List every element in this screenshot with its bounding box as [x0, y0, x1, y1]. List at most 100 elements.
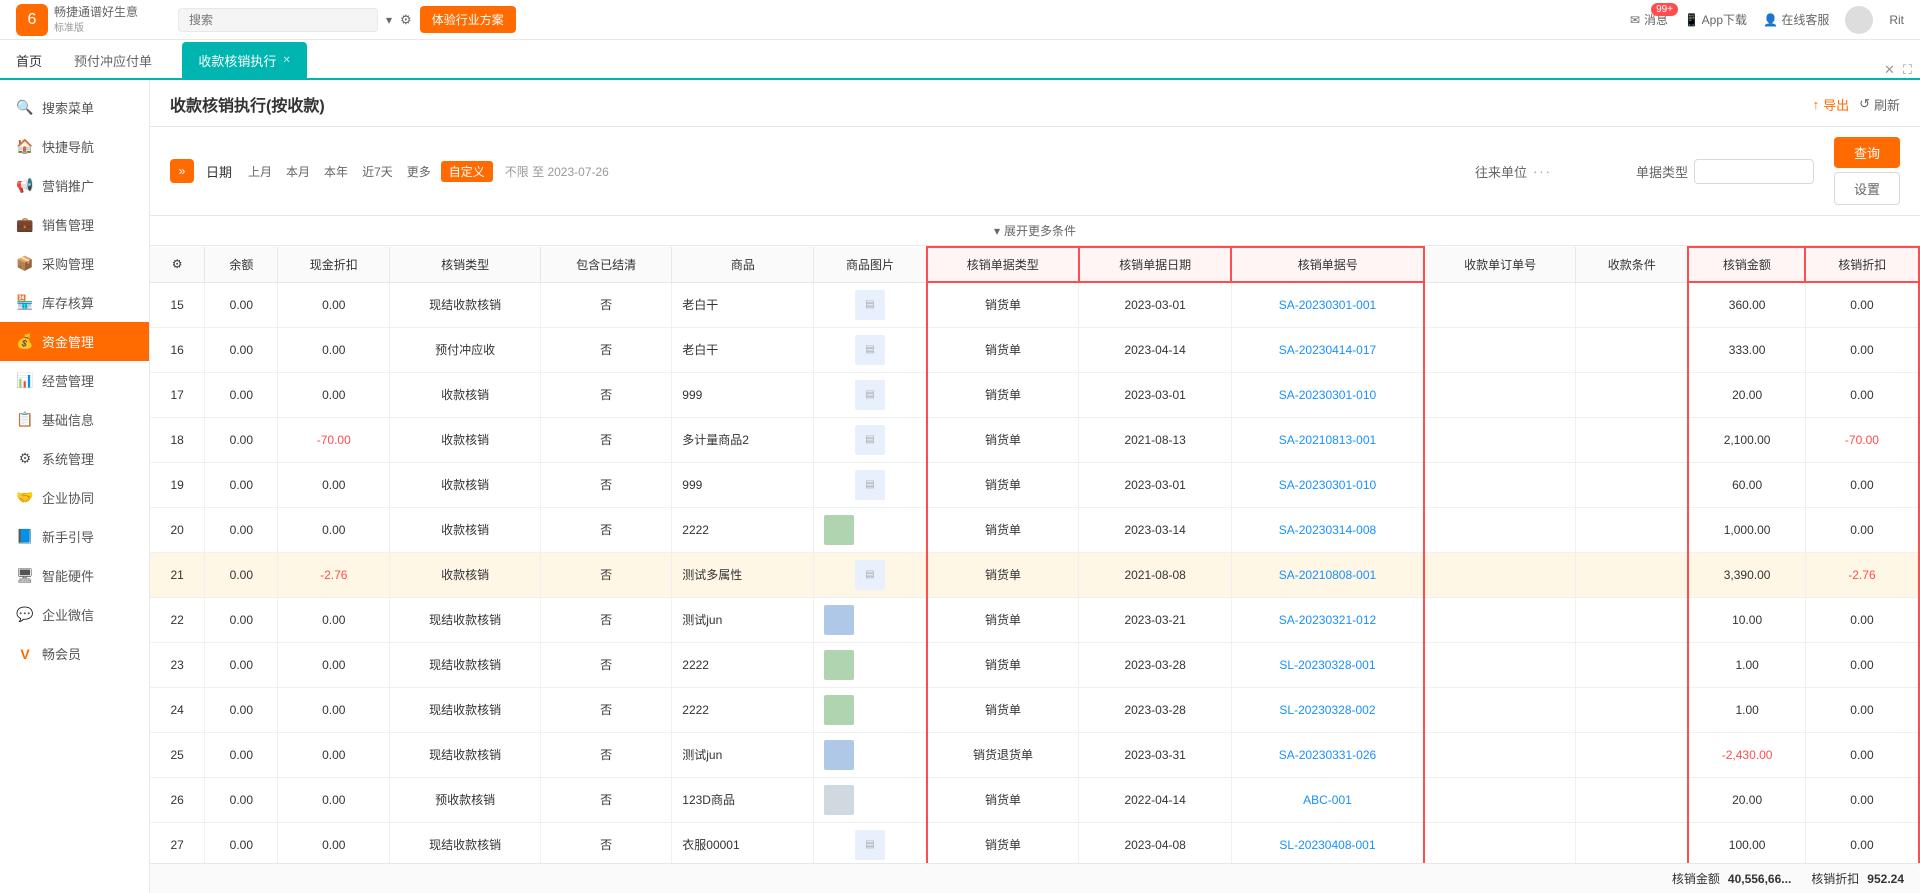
col-receipt-order: 收款单订单号 — [1424, 247, 1576, 282]
date-last-month[interactable]: 上月 — [244, 161, 276, 182]
sidebar-label-finance: 资金管理 — [42, 332, 94, 351]
sidebar-item-collab[interactable]: 🤝 企业协同 — [0, 478, 149, 517]
cell-settled: 否 — [540, 372, 671, 417]
sidebar-item-wechat[interactable]: 💬 企业微信 — [0, 595, 149, 634]
tab-prepay-close[interactable]: ✕ — [158, 55, 166, 66]
online-service-button[interactable]: 👤 在线客服 — [1763, 11, 1829, 28]
order-type-label: 单据类型 — [1636, 162, 1688, 181]
order-type-select[interactable] — [1694, 159, 1814, 184]
cell-receipt-order — [1424, 327, 1576, 372]
date-this-year[interactable]: 本年 — [320, 161, 352, 182]
app-download-button[interactable]: 📱 App下载 — [1684, 11, 1747, 28]
bill-no-link[interactable]: SA-20230321-012 — [1279, 613, 1376, 627]
dropdown-icon[interactable]: ▾ — [386, 13, 392, 27]
sidebar-item-hardware[interactable]: 🖥 智能硬件 — [0, 556, 149, 595]
cell-image — [814, 732, 927, 777]
export-icon: ↑ — [1813, 97, 1820, 112]
tab-receipt-close[interactable]: ✕ — [282, 55, 290, 66]
cell-bill-no: SA-20230331-026 — [1231, 732, 1424, 777]
cell-balance: 0.00 — [205, 597, 278, 642]
filter-toggle-button[interactable]: » — [170, 159, 194, 183]
sidebar-item-sales[interactable]: 💼 销售管理 — [0, 205, 149, 244]
cell-id: 24 — [150, 687, 205, 732]
counterparty-label: 往来单位 — [1475, 162, 1527, 181]
sidebar-label-inventory: 库存核算 — [42, 293, 94, 312]
app-icon: 📱 — [1684, 13, 1699, 27]
cell-receipt-cond — [1576, 462, 1689, 507]
cell-receipt-cond — [1576, 327, 1689, 372]
footer-amount-value: 40,556,66... — [1728, 872, 1791, 886]
expand-window-icon[interactable]: ⛶ — [1903, 62, 1912, 78]
bill-no-link[interactable]: SL-20230328-002 — [1279, 703, 1375, 717]
bill-no-link[interactable]: SA-20230301-010 — [1279, 478, 1376, 492]
search-icon: 🔍 — [16, 99, 34, 117]
bill-no-link[interactable]: SA-20210808-001 — [1279, 568, 1376, 582]
cell-discount: 0.00 — [1805, 282, 1919, 327]
cell-discount: 0.00 — [1805, 732, 1919, 777]
bill-no-link[interactable]: SA-20230314-008 — [1279, 523, 1376, 537]
sidebar-label-collab: 企业协同 — [42, 488, 94, 507]
refresh-button[interactable]: ↺ 刷新 — [1859, 95, 1900, 114]
cell-type: 收款核销 — [390, 372, 541, 417]
sidebar-label-basics: 基础信息 — [42, 410, 94, 429]
bill-no-link[interactable]: SL-20230328-001 — [1279, 658, 1375, 672]
sidebar-item-operations[interactable]: 📊 经营管理 — [0, 361, 149, 400]
sidebar-item-system[interactable]: ⚙ 系统管理 — [0, 439, 149, 478]
counterparty-dots: ··· — [1533, 164, 1552, 179]
cell-balance: 0.00 — [205, 462, 278, 507]
finance-icon: 💰 — [16, 333, 34, 351]
close-window-icon[interactable]: ✕ — [1884, 62, 1895, 78]
cell-receipt-order — [1424, 417, 1576, 462]
settings-icon[interactable]: ⚙ — [400, 12, 412, 28]
tab-receipt[interactable]: 收款核销执行 ✕ — [182, 42, 306, 78]
sidebar-item-finance[interactable]: 💰 资金管理 — [0, 322, 149, 361]
cell-bill-type: 销货单 — [927, 822, 1079, 863]
bill-no-link[interactable]: SA-20230301-001 — [1279, 298, 1376, 312]
sidebar-item-basics[interactable]: 📋 基础信息 — [0, 400, 149, 439]
bill-no-link[interactable]: SA-20230301-010 — [1279, 388, 1376, 402]
sidebar-item-inventory[interactable]: 🏪 库存核算 — [0, 283, 149, 322]
avatar[interactable] — [1845, 6, 1873, 34]
cell-bill-type: 销货单 — [927, 282, 1079, 327]
message-badge: 99+ — [1651, 3, 1678, 16]
cell-settled: 否 — [540, 507, 671, 552]
bill-no-link[interactable]: SL-20230408-001 — [1279, 838, 1375, 852]
table-settings-button[interactable]: 设置 — [1834, 172, 1900, 205]
date-custom-button[interactable]: 自定义 — [441, 161, 493, 182]
inventory-icon: 🏪 — [16, 294, 34, 312]
date-range-display: 不限 至 2023-07-26 — [505, 163, 609, 180]
message-button[interactable]: ✉ 消息 99+ — [1630, 11, 1668, 28]
col-gear[interactable]: ⚙ — [150, 247, 205, 282]
query-button[interactable]: 查询 — [1834, 137, 1900, 168]
tab-home[interactable]: 首页 — [0, 42, 58, 78]
bill-no-link[interactable]: SA-20230331-026 — [1279, 748, 1376, 762]
bill-no-link[interactable]: SA-20230414-017 — [1279, 343, 1376, 357]
sidebar-item-marketing[interactable]: 📢 营销推广 — [0, 166, 149, 205]
expand-bar[interactable]: ▾ 展开更多条件 — [150, 216, 1920, 246]
cell-receipt-order — [1424, 777, 1576, 822]
date-7days[interactable]: 近7天 — [358, 161, 397, 182]
cell-discount: -70.00 — [1805, 417, 1919, 462]
cell-cash-discount: 0.00 — [278, 462, 390, 507]
table-row: 23 0.00 0.00 现结收款核销 否 2222 销货单 2023-03-2… — [150, 642, 1919, 687]
brand-tag: 标准版 — [54, 19, 138, 34]
sidebar-item-guide[interactable]: 📘 新手引导 — [0, 517, 149, 556]
date-more[interactable]: 更多 — [403, 161, 435, 182]
cell-type: 现结收款核销 — [390, 822, 541, 863]
bill-no-link[interactable]: ABC-001 — [1303, 793, 1352, 807]
tab-prepay[interactable]: 预付冲应付单 ✕ — [58, 42, 182, 78]
sidebar-item-nav[interactable]: 🏠 快捷导航 — [0, 127, 149, 166]
cell-bill-date: 2023-03-01 — [1079, 462, 1231, 507]
cell-id: 18 — [150, 417, 205, 462]
sidebar-item-search[interactable]: 🔍 搜索菜单 — [0, 88, 149, 127]
industry-button[interactable]: 体验行业方案 — [420, 6, 516, 33]
cell-goods: 2222 — [672, 687, 814, 732]
export-button[interactable]: ↑ 导出 — [1813, 95, 1850, 114]
sidebar-item-purchase[interactable]: 📦 采购管理 — [0, 244, 149, 283]
sidebar-item-member[interactable]: V 畅会员 — [0, 634, 149, 673]
search-input[interactable] — [178, 8, 378, 32]
table-row: 27 0.00 0.00 现结收款核销 否 衣服00001 ▤ 销货单 2023… — [150, 822, 1919, 863]
bill-no-link[interactable]: SA-20210813-001 — [1279, 433, 1376, 447]
date-this-month[interactable]: 本月 — [282, 161, 314, 182]
cell-discount: 0.00 — [1805, 597, 1919, 642]
